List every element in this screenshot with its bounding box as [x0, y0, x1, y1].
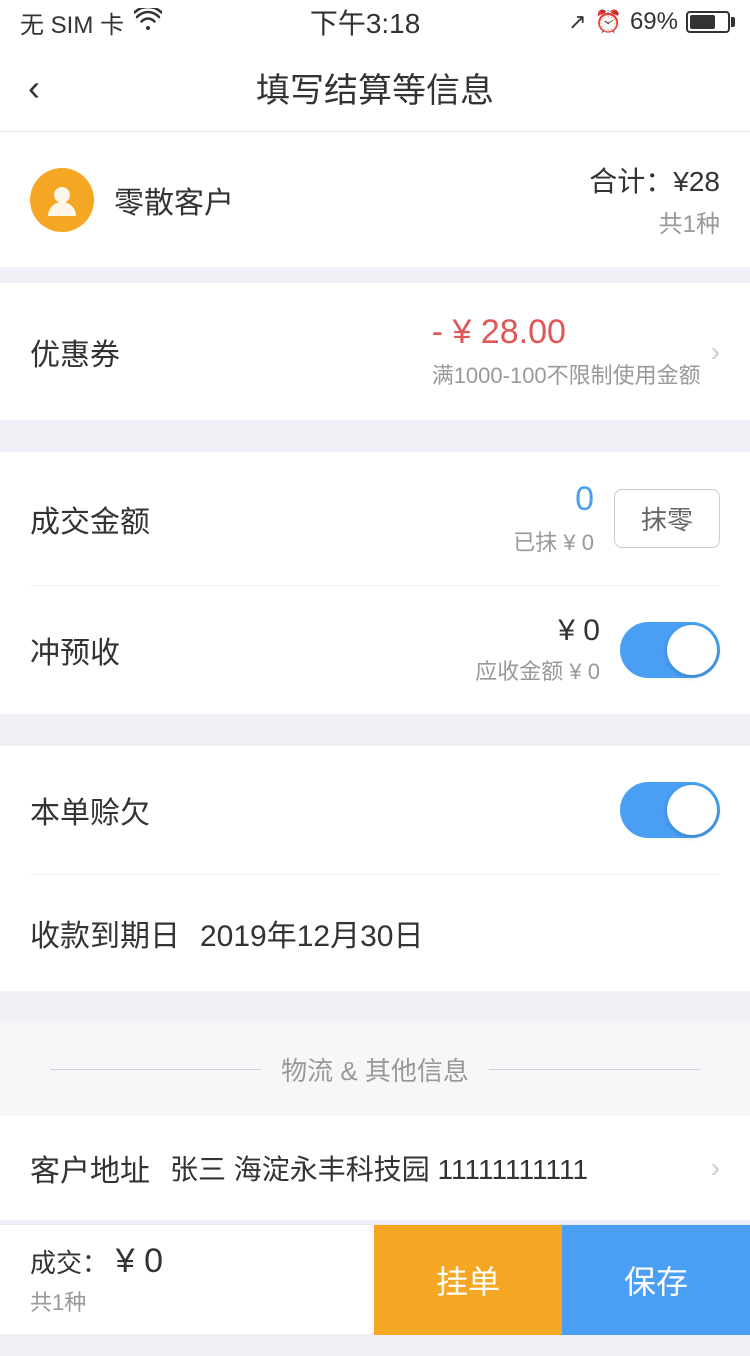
chevron-right-icon: ›	[711, 336, 720, 368]
avatar	[30, 168, 94, 232]
customer-name: 零散客户	[114, 178, 234, 222]
coupon-card[interactable]: 优惠券 - ¥ 28.00 满1000-100不限制使用金额 ›	[0, 283, 750, 420]
credit-label: 本单赊欠	[30, 788, 150, 832]
save-button[interactable]: 保存	[562, 1225, 750, 1335]
total-count: 共1种	[589, 204, 720, 239]
round-zero-button[interactable]: 抹零	[614, 489, 720, 548]
total-amount: 合计：¥28	[589, 160, 720, 200]
bottom-deal-label: 成交：	[30, 1248, 108, 1278]
bottom-info: 成交： ¥ 0 共1种	[0, 1242, 374, 1317]
credit-card: 本单赊欠 收款到期日 2019年12月30日	[0, 746, 750, 991]
alarm-icon: ⏰	[595, 9, 622, 35]
deal-amount-value-container: 0 已抹 ¥ 0	[513, 480, 594, 557]
address-value: 张三 海淀永丰科技园 11111111111	[170, 1148, 711, 1188]
address-chevron-icon: ›	[711, 1152, 720, 1184]
deal-amount-right: 0 已抹 ¥ 0 抹零	[513, 480, 720, 557]
coupon-right: - ¥ 28.00 满1000-100不限制使用金额 ›	[432, 313, 720, 390]
toggle-knob	[667, 625, 717, 675]
bottom-deal-line: 成交： ¥ 0	[30, 1242, 344, 1281]
credit-toggle-knob	[667, 785, 717, 835]
coupon-row[interactable]: 优惠券 - ¥ 28.00 满1000-100不限制使用金额 ›	[0, 283, 750, 420]
wifi-icon	[134, 8, 162, 37]
prepayment-label: 冲预收	[30, 628, 120, 672]
status-right: ↗ ⏰ 69%	[568, 8, 730, 36]
customer-left: 零散客户	[30, 168, 234, 232]
coupon-info: - ¥ 28.00 满1000-100不限制使用金额	[432, 313, 701, 390]
location-icon: ↗	[568, 9, 586, 35]
bottom-count: 共1种	[30, 1285, 344, 1317]
prepayment-sub: 应收金额 ¥ 0	[475, 654, 600, 686]
battery-icon	[686, 11, 730, 33]
coupon-discount: - ¥ 28.00	[432, 313, 701, 352]
customer-summary: 合计：¥28 共1种	[589, 160, 720, 239]
deal-amount-sub: 已抹 ¥ 0	[513, 525, 594, 557]
due-date-value: 2019年12月30日	[200, 911, 423, 955]
prepayment-toggle[interactable]	[620, 622, 720, 678]
coupon-label: 优惠券	[30, 330, 120, 374]
deal-amount-row: 成交金额 0 已抹 ¥ 0 抹零	[0, 452, 750, 585]
credit-toggle[interactable]	[620, 782, 720, 838]
status-left: 无 SIM 卡	[20, 5, 162, 40]
status-bar: 无 SIM 卡 下午3:18 ↗ ⏰ 69%	[0, 0, 750, 44]
section-gap-2	[0, 730, 750, 746]
address-card[interactable]: 客户地址 张三 海淀永丰科技园 11111111111 ›	[0, 1116, 750, 1220]
page-title: 填写结算等信息	[256, 63, 494, 112]
prepayment-right: ¥ 0 应收金额 ¥ 0	[475, 614, 720, 686]
bottom-deal-amount: ¥ 0	[116, 1242, 163, 1280]
logistics-header: 物流 & 其他信息	[0, 1023, 750, 1116]
due-date-label: 收款到期日	[30, 911, 180, 955]
section-gap-3	[0, 1007, 750, 1023]
customer-row: 零散客户 合计：¥28 共1种	[0, 132, 750, 267]
address-label: 客户地址	[30, 1146, 150, 1190]
prepayment-amounts: ¥ 0 应收金额 ¥ 0	[475, 614, 600, 686]
due-date-row: 收款到期日 2019年12月30日	[0, 875, 750, 991]
bottom-bar: 成交： ¥ 0 共1种 挂单 保存	[0, 1224, 750, 1334]
deal-amount-label: 成交金额	[30, 497, 150, 541]
prepayment-main: ¥ 0	[475, 614, 600, 648]
section-gap-1	[0, 436, 750, 452]
hold-button[interactable]: 挂单	[374, 1225, 562, 1335]
status-time: 下午3:18	[310, 2, 421, 42]
credit-row: 本单赊欠	[0, 746, 750, 874]
back-button[interactable]: ‹	[28, 67, 40, 109]
content: 零散客户 合计：¥28 共1种 优惠券 - ¥ 28.00 满1000-100不…	[0, 132, 750, 1356]
customer-card: 零散客户 合计：¥28 共1种	[0, 132, 750, 267]
coupon-description: 满1000-100不限制使用金额	[432, 358, 701, 390]
deal-amount-card: 成交金额 0 已抹 ¥ 0 抹零 冲预收 ¥ 0 应收金额 ¥ 0	[0, 452, 750, 714]
battery-percent: 69%	[630, 8, 678, 36]
carrier-label: 无 SIM 卡	[20, 5, 124, 40]
logistics-title: 物流 & 其他信息	[281, 1051, 469, 1088]
nav-bar: ‹ 填写结算等信息	[0, 44, 750, 132]
prepayment-row: 冲预收 ¥ 0 应收金额 ¥ 0	[0, 586, 750, 714]
deal-amount-value: 0	[575, 480, 594, 518]
address-row[interactable]: 客户地址 张三 海淀永丰科技园 11111111111 ›	[0, 1116, 750, 1220]
